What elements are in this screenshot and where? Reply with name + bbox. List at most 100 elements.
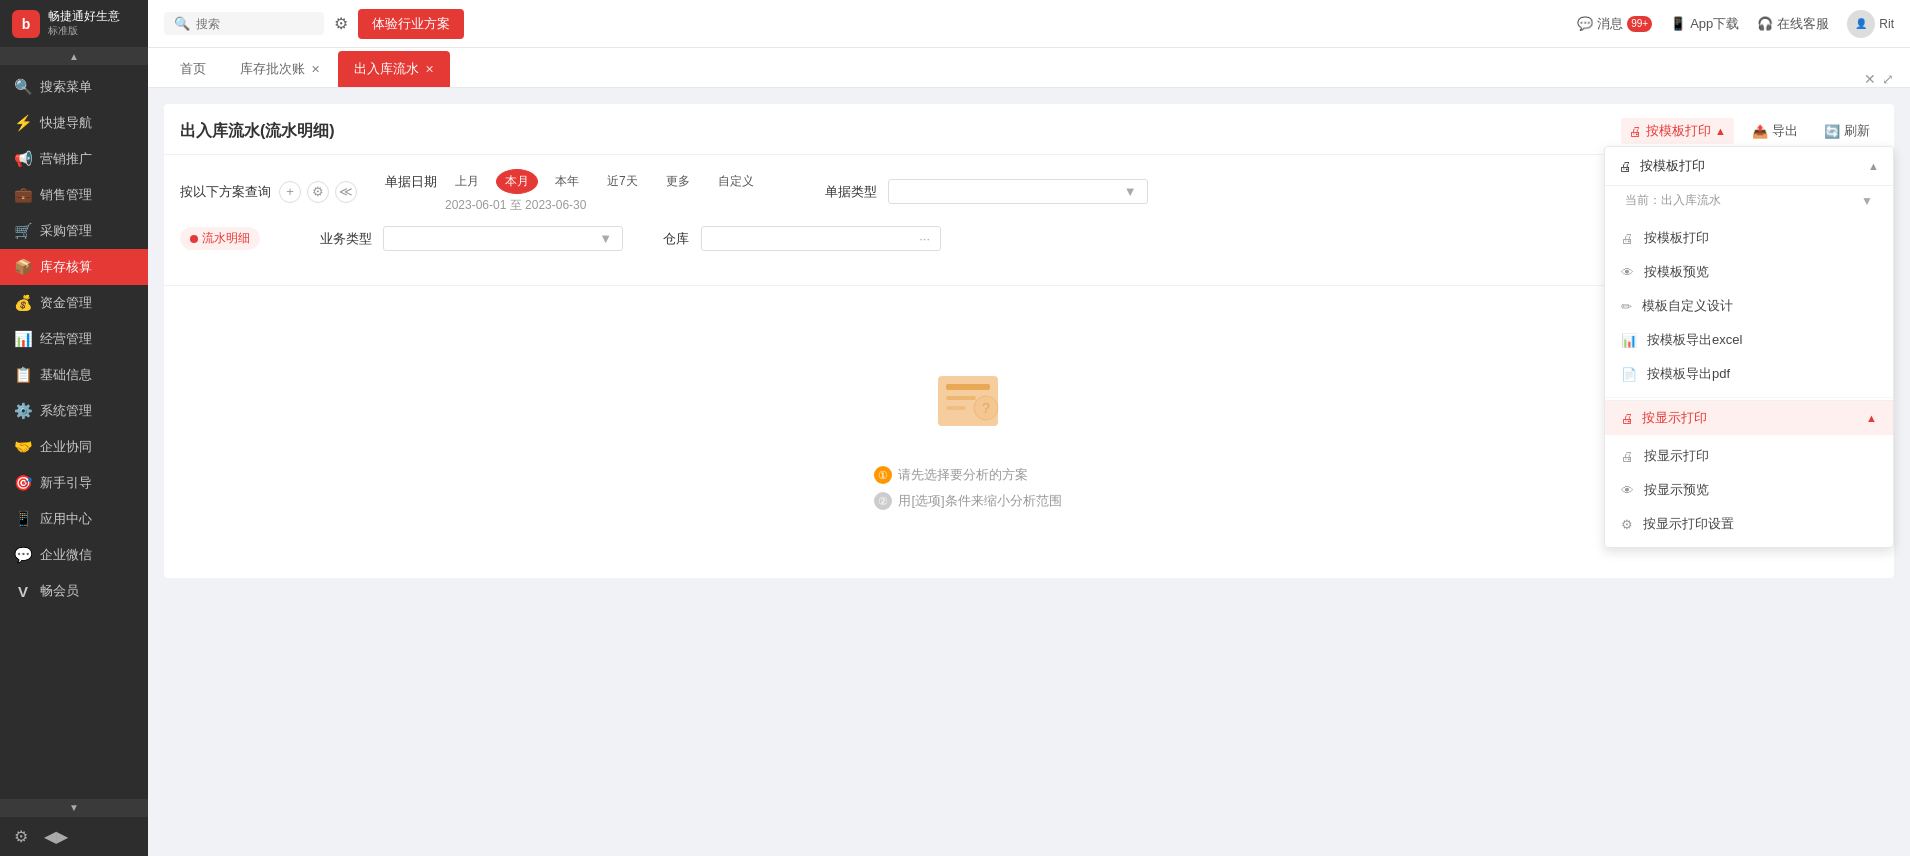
message-icon: 💬 xyxy=(1577,16,1593,31)
display-print-header[interactable]: 🖨 按显示打印 ▲ xyxy=(1605,400,1893,435)
dropdown-current: 当前：出入库流水 ▼ xyxy=(1605,186,1893,217)
tab-fullscreen-icon[interactable]: ⤢ xyxy=(1882,71,1894,87)
warehouse-label: 仓库 xyxy=(663,230,693,248)
collab-icon: 🤝 xyxy=(14,438,32,456)
sidebar-item-system[interactable]: ⚙️ 系统管理 xyxy=(0,393,148,429)
sidebar-item-marketing[interactable]: 📢 营销推广 xyxy=(0,141,148,177)
sidebar-scroll-down[interactable]: ▼ xyxy=(0,799,148,816)
tab-batch-close[interactable]: ✕ xyxy=(311,63,320,76)
warehouse-select[interactable]: ··· xyxy=(701,226,941,251)
sidebar-item-search[interactable]: 🔍 搜索菜单 xyxy=(0,69,148,105)
display-section-title: 🖨 按显示打印 xyxy=(1621,409,1707,427)
header-gear-icon[interactable]: ⚙ xyxy=(334,14,348,33)
display-preview-label: 按显示预览 xyxy=(1644,481,1709,499)
refresh-button[interactable]: 🔄 刷新 xyxy=(1816,118,1878,144)
display-printer-icon: 🖨 xyxy=(1621,411,1634,426)
warehouse-more-btn[interactable]: ··· xyxy=(919,231,930,246)
sidebar-scroll-up[interactable]: ▲ xyxy=(0,48,148,65)
sidebar-item-guide[interactable]: 🎯 新手引导 xyxy=(0,465,148,501)
display-excel-item[interactable]: 📊 按显示导出excel xyxy=(1605,541,1893,547)
tab-home[interactable]: 首页 xyxy=(164,51,222,87)
tab-close-all-icon[interactable]: ✕ xyxy=(1864,71,1876,87)
headset-icon: 🎧 xyxy=(1757,16,1773,31)
page-title: 出入库流水(流水明细) xyxy=(180,121,335,142)
template-excel-label: 按模板导出excel xyxy=(1647,331,1742,349)
tab-flow[interactable]: 出入库流水 ✕ xyxy=(338,51,450,87)
message-badge: 99+ xyxy=(1627,16,1652,32)
tab-batch[interactable]: 库存批次账 ✕ xyxy=(224,51,336,87)
printer-icon: 🖨 xyxy=(1629,124,1642,139)
message-badge-item[interactable]: 💬 消息 99+ xyxy=(1577,15,1652,33)
app-center-icon: 📱 xyxy=(14,510,32,528)
empty-steps: ① 请先选择要分析的方案 ② 用[选项]条件来缩小分析范围 xyxy=(874,466,1061,518)
svg-rect-3 xyxy=(946,406,966,410)
date-label: 单据日期 xyxy=(385,173,440,191)
fold-sidebar-icon[interactable]: ◀▶ xyxy=(44,827,68,846)
sidebar-nav: 🔍 搜索菜单 ⚡ 快捷导航 📢 营销推广 💼 销售管理 🛒 采购管理 📦 库存核… xyxy=(0,65,148,799)
display-settings-item[interactable]: ⚙ 按显示打印设置 xyxy=(1605,507,1893,541)
display-print-item[interactable]: 🖨 按显示打印 xyxy=(1605,439,1893,473)
collapse-left-button[interactable]: ≪ xyxy=(335,181,357,203)
active-filter-tag[interactable]: 流水明细 xyxy=(180,227,260,250)
dropdown-chevron-up[interactable]: ▲ xyxy=(1868,160,1879,172)
template-design-item[interactable]: ✏ 模板自定义设计 xyxy=(1605,289,1893,323)
template-design-label: 模板自定义设计 xyxy=(1642,297,1733,315)
app-download-item[interactable]: 📱 App下载 xyxy=(1670,15,1739,33)
display-print-label: 按显示打印 xyxy=(1644,447,1709,465)
sidebar-item-inventory[interactable]: 📦 库存核算 xyxy=(0,249,148,285)
online-service-item[interactable]: 🎧 在线客服 xyxy=(1757,15,1829,33)
sidebar-item-label: 畅会员 xyxy=(40,582,79,600)
template-pdf-item[interactable]: 📄 按模板导出pdf xyxy=(1605,357,1893,391)
tab-flow-close[interactable]: ✕ xyxy=(425,63,434,76)
date-custom[interactable]: 自定义 xyxy=(707,169,765,194)
sidebar-item-vip[interactable]: V 畅会员 xyxy=(0,573,148,609)
message-label: 消息 xyxy=(1597,15,1623,33)
settings-icon[interactable]: ⚙ xyxy=(14,827,28,846)
marketing-icon: 📢 xyxy=(14,150,32,168)
tab-flow-label: 出入库流水 xyxy=(354,60,419,78)
date-current-year[interactable]: 本年 xyxy=(544,169,590,194)
display-preview-item[interactable]: 👁 按显示预览 xyxy=(1605,473,1893,507)
app-name: 畅捷通好生意 xyxy=(48,9,120,25)
sidebar-item-quick-nav[interactable]: ⚡ 快捷导航 xyxy=(0,105,148,141)
add-filter-button[interactable]: + xyxy=(279,181,301,203)
sidebar-item-label: 应用中心 xyxy=(40,510,92,528)
dropdown-title-area: 🖨 按模板打印 xyxy=(1619,157,1705,175)
search-input[interactable] xyxy=(196,17,296,31)
sidebar-item-sales[interactable]: 💼 销售管理 xyxy=(0,177,148,213)
template-print-item[interactable]: 🖨 按模板打印 xyxy=(1605,221,1893,255)
purchase-icon: 🛒 xyxy=(14,222,32,240)
current-chevron: ▼ xyxy=(1861,194,1873,208)
settings-filter-button[interactable]: ⚙ xyxy=(307,181,329,203)
display-header-label: 按显示打印 xyxy=(1642,409,1707,427)
sidebar-item-label: 经营管理 xyxy=(40,330,92,348)
template-preview-item[interactable]: 👁 按模板预览 xyxy=(1605,255,1893,289)
sidebar-item-basics[interactable]: 📋 基础信息 xyxy=(0,357,148,393)
sidebar-item-purchase[interactable]: 🛒 采购管理 xyxy=(0,213,148,249)
finance-icon: 💰 xyxy=(14,294,32,312)
top-header: 🔍 ⚙ 体验行业方案 💬 消息 99+ 📱 App下载 🎧 在线客服 👤 xyxy=(148,0,1910,48)
bill-type-select[interactable]: ▼ xyxy=(888,179,1148,204)
export-button[interactable]: 📤 导出 xyxy=(1744,118,1806,144)
business-type-filter: 业务类型 ▼ xyxy=(320,226,623,251)
trial-button[interactable]: 体验行业方案 xyxy=(358,9,464,39)
date-last-7-days[interactable]: 近7天 xyxy=(596,169,649,194)
user-avatar-area[interactable]: 👤 Rit xyxy=(1847,10,1894,38)
printer-sm-icon: 🖨 xyxy=(1621,231,1634,246)
display-print-icon: 🖨 xyxy=(1621,449,1634,464)
sidebar-item-collab[interactable]: 🤝 企业协同 xyxy=(0,429,148,465)
dropdown-template-section: 🖨 按模板打印 👁 按模板预览 ✏ 模板自定义设计 📊 按模板导出excel xyxy=(1605,217,1893,395)
active-filter-label: 流水明细 xyxy=(202,230,250,247)
sidebar-item-wecom[interactable]: 💬 企业微信 xyxy=(0,537,148,573)
sidebar-item-business[interactable]: 📊 经营管理 xyxy=(0,321,148,357)
print-template-button[interactable]: 🖨 按模板打印 ▲ xyxy=(1621,118,1734,144)
guide-icon: 🎯 xyxy=(14,474,32,492)
sidebar-item-finance[interactable]: 💰 资金管理 xyxy=(0,285,148,321)
date-current-month[interactable]: 本月 xyxy=(496,169,538,194)
date-more[interactable]: 更多 xyxy=(655,169,701,194)
date-last-month[interactable]: 上月 xyxy=(444,169,490,194)
header-search-box[interactable]: 🔍 xyxy=(164,12,324,35)
business-type-select[interactable]: ▼ xyxy=(383,226,623,251)
template-excel-item[interactable]: 📊 按模板导出excel xyxy=(1605,323,1893,357)
sidebar-item-app-center[interactable]: 📱 应用中心 xyxy=(0,501,148,537)
